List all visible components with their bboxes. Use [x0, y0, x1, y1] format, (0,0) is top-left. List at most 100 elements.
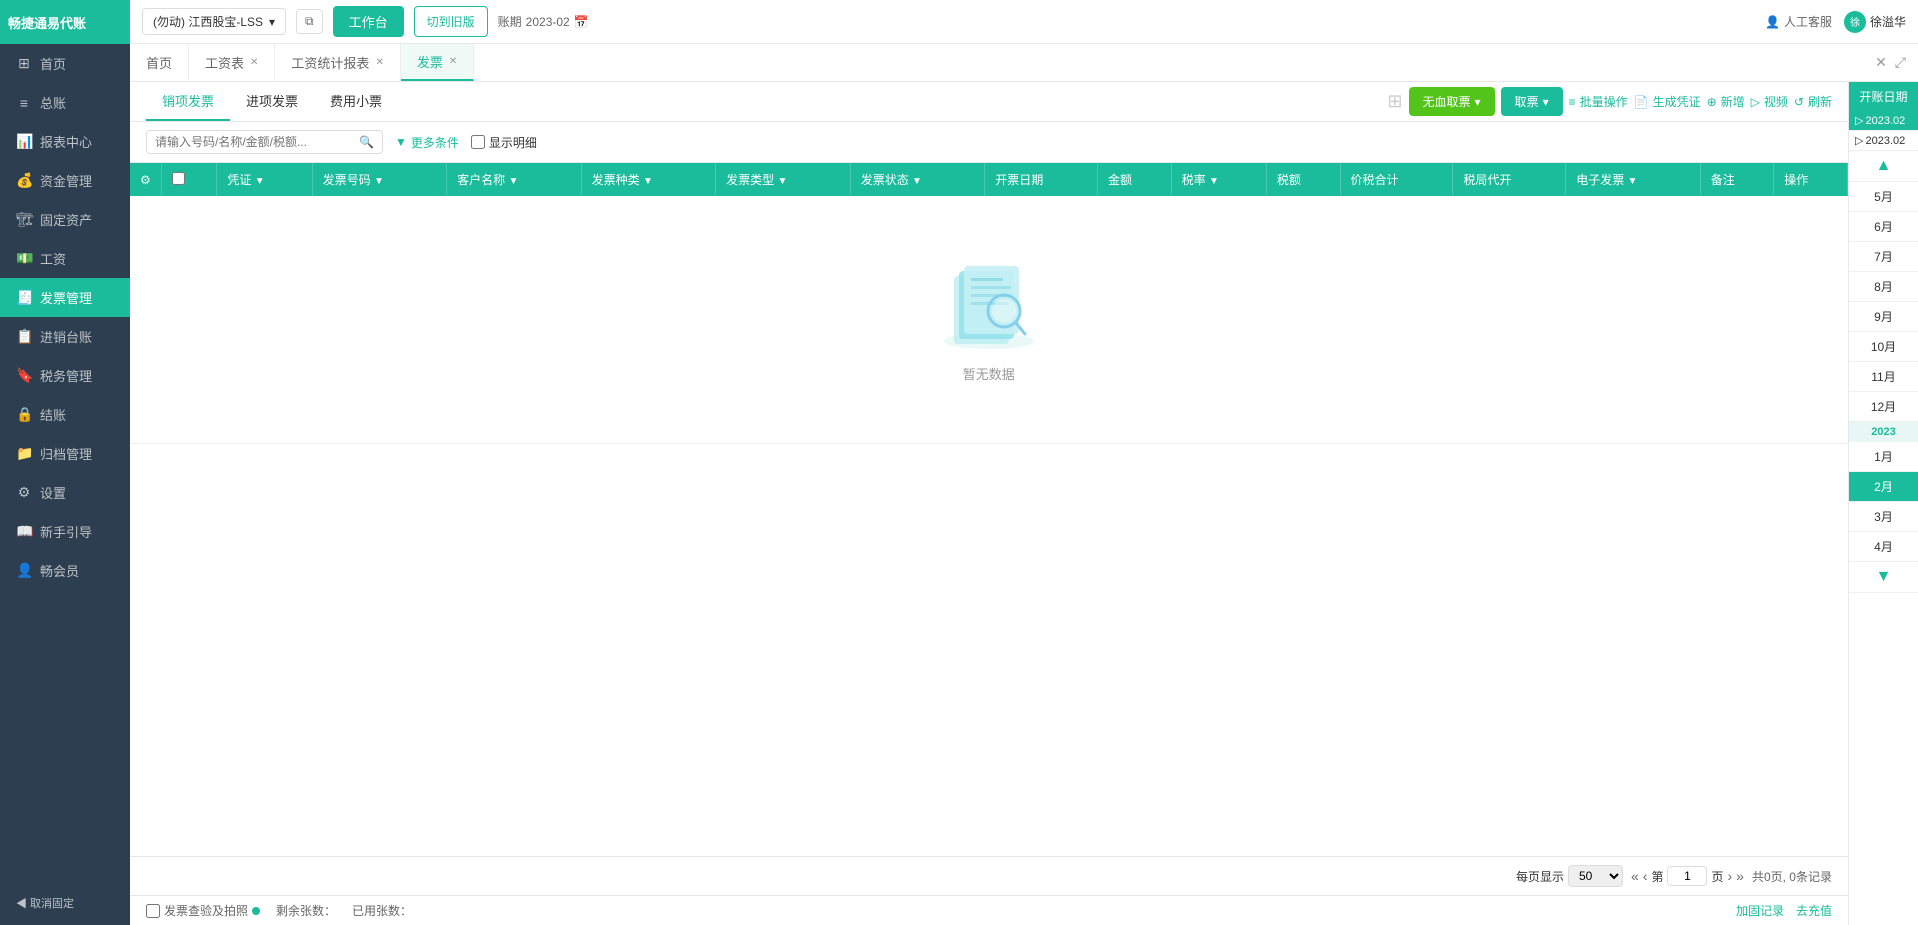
sidebar-item-home[interactable]: ⊞ 首页	[0, 44, 130, 83]
col-invoice-status[interactable]: 发票状态 ▼	[850, 163, 985, 196]
more-conditions-button[interactable]: ▼ 更多条件	[395, 134, 459, 151]
sidebar-item-guide[interactable]: 📖 新手引导	[0, 512, 130, 551]
col-checkbox[interactable]	[161, 163, 217, 196]
sidebar-item-archive[interactable]: 📁 归档管理	[0, 434, 130, 473]
sub-tab-purchase[interactable]: 进项发票	[230, 82, 314, 121]
funds-icon: 💰	[16, 172, 32, 189]
tab-close-salary[interactable]: ✕	[250, 57, 258, 68]
year-2023[interactable]: 2023	[1849, 422, 1918, 442]
date-month-5[interactable]: 5月	[1849, 182, 1918, 212]
col-total[interactable]: 价税合计	[1340, 163, 1453, 196]
sidebar-item-salary[interactable]: 💵 工资	[0, 239, 130, 278]
copy-button[interactable]: ⧉	[296, 9, 323, 34]
date-2023-month-3[interactable]: 3月	[1849, 502, 1918, 532]
sidebar-item-funds[interactable]: 💰 资金管理	[0, 161, 130, 200]
date-month-11[interactable]: 11月	[1849, 362, 1918, 392]
invoice-mgmt-icon: 🧾	[16, 289, 32, 306]
sidebar-item-closing[interactable]: 🔒 结账	[0, 395, 130, 434]
maximize-window-icon[interactable]: ⤢	[1895, 54, 1906, 71]
col-tax-rate[interactable]: 税率 ▼	[1171, 163, 1266, 196]
col-amount[interactable]: 金额	[1098, 163, 1172, 196]
date-month-8[interactable]: 8月	[1849, 272, 1918, 302]
switch-old-button[interactable]: 切到旧版	[414, 6, 488, 37]
get-ticket-button[interactable]: 取票 ▾	[1501, 87, 1563, 116]
invoice-verify-checkbox[interactable]	[146, 904, 160, 918]
col-invoice-no[interactable]: 发票号码 ▼	[312, 163, 447, 196]
date-period-secondary[interactable]: ▷ 2023.02	[1849, 131, 1918, 151]
date-scroll-down[interactable]: ▼	[1849, 562, 1918, 593]
detail-checkbox[interactable]	[471, 135, 485, 149]
show-detail-checkbox[interactable]: 显示明细	[471, 134, 537, 151]
tab-invoice[interactable]: 发票 ✕	[401, 44, 474, 81]
tab-salary[interactable]: 工资表 ✕	[189, 44, 275, 81]
sidebar-item-label: 固定资产	[40, 210, 92, 229]
sidebar-item-sales-ledger[interactable]: 📋 进销台账	[0, 317, 130, 356]
unpin-button[interactable]: ◀ 取消固定	[8, 889, 122, 917]
workbench-button[interactable]: 工作台	[333, 6, 404, 37]
close-window-icon[interactable]: ✕	[1875, 54, 1887, 71]
sidebar-item-invoice-mgmt[interactable]: 🧾 发票管理	[0, 278, 130, 317]
recharge-link[interactable]: 去充值	[1796, 902, 1832, 919]
col-remark[interactable]: 备注	[1700, 163, 1774, 196]
page-size-dropdown[interactable]: 50 10 20 100	[1568, 865, 1623, 887]
date-scroll-up[interactable]: ▲	[1849, 151, 1918, 182]
col-voucher[interactable]: 凭证 ▼	[217, 163, 312, 196]
batch-ops-button[interactable]: ≡ 批量操作	[1569, 93, 1628, 110]
col-open-date[interactable]: 开票日期	[985, 163, 1098, 196]
col-customer-name[interactable]: 客户名称 ▼	[447, 163, 582, 196]
tab-salary-report[interactable]: 工资统计报表 ✕	[275, 44, 400, 81]
date-month-10[interactable]: 10月	[1849, 332, 1918, 362]
col-invoice-category[interactable]: 发票类型 ▼	[716, 163, 851, 196]
select-all-checkbox[interactable]	[172, 172, 185, 185]
no-tax-button[interactable]: 无血取票 ▾	[1409, 87, 1495, 116]
date-month-12[interactable]: 12月	[1849, 392, 1918, 422]
date-month-6[interactable]: 6月	[1849, 212, 1918, 242]
sub-tab-expense[interactable]: 费用小票	[314, 82, 398, 121]
charge-record-link[interactable]: 加固记录	[1736, 902, 1784, 919]
tab-home[interactable]: 首页	[130, 44, 189, 81]
date-2023-month-2[interactable]: 2月	[1849, 472, 1918, 502]
reports-icon: 📊	[16, 133, 32, 150]
col-settings[interactable]: ⚙	[130, 163, 161, 196]
col-action[interactable]: 操作	[1774, 163, 1848, 196]
sidebar-item-label: 进销台账	[40, 327, 92, 346]
current-page-input[interactable]	[1667, 866, 1707, 886]
user-menu[interactable]: 徐 徐溢华	[1844, 11, 1906, 33]
refresh-button[interactable]: ↺ 刷新	[1794, 93, 1832, 110]
archive-icon: 📁	[16, 445, 32, 462]
salary-icon: 💵	[16, 250, 32, 267]
date-2023-month-4[interactable]: 4月	[1849, 532, 1918, 562]
sidebar-item-member[interactable]: 👤 畅会员	[0, 551, 130, 590]
col-tax-code[interactable]: 税局代开	[1453, 163, 1566, 196]
sidebar-item-fixed-assets[interactable]: 🏗 固定资产	[0, 200, 130, 239]
date-2023-month-1[interactable]: 1月	[1849, 442, 1918, 472]
grid-view-icon[interactable]: ⊞	[1387, 91, 1402, 112]
date-panel-header[interactable]: 开账日期	[1849, 82, 1918, 111]
gen-voucher-button[interactable]: 📄 生成凭证	[1634, 93, 1701, 110]
date-month-9[interactable]: 9月	[1849, 302, 1918, 332]
col-tax[interactable]: 税额	[1266, 163, 1340, 196]
sub-tab-sales[interactable]: 销项发票	[146, 82, 230, 121]
collapse-icon: ▷	[1855, 114, 1863, 127]
new-button[interactable]: ⊕ 新增	[1707, 93, 1745, 110]
tab-close-salary-report[interactable]: ✕	[375, 57, 383, 68]
sidebar-item-label: 归档管理	[40, 444, 92, 463]
tab-close-invoice[interactable]: ✕	[449, 56, 457, 67]
new-icon: ⊕	[1707, 95, 1717, 109]
next-page-button[interactable]: ›	[1728, 868, 1733, 884]
col-invoice-type[interactable]: 发票种类 ▼	[581, 163, 716, 196]
col-e-invoice[interactable]: 电子发票 ▼	[1566, 163, 1701, 196]
search-input[interactable]	[155, 135, 355, 149]
sidebar-item-tax[interactable]: 🔖 税务管理	[0, 356, 130, 395]
video-button[interactable]: ▷ 视频	[1751, 93, 1788, 110]
last-page-button[interactable]: »	[1736, 868, 1744, 884]
sidebar-item-settings[interactable]: ⚙ 设置	[0, 473, 130, 512]
prev-page-button[interactable]: ‹	[1643, 868, 1648, 884]
date-period-active[interactable]: ▷ 2023.02	[1849, 111, 1918, 131]
first-page-button[interactable]: «	[1631, 868, 1639, 884]
company-selector[interactable]: (勿动) 江西股宝-LSS ▾	[142, 8, 286, 35]
sidebar-item-ledger[interactable]: ≡ 总账	[0, 83, 130, 122]
date-month-7[interactable]: 7月	[1849, 242, 1918, 272]
sidebar-item-reports[interactable]: 📊 报表中心	[0, 122, 130, 161]
customer-service-button[interactable]: 👤 人工客服	[1765, 13, 1832, 30]
